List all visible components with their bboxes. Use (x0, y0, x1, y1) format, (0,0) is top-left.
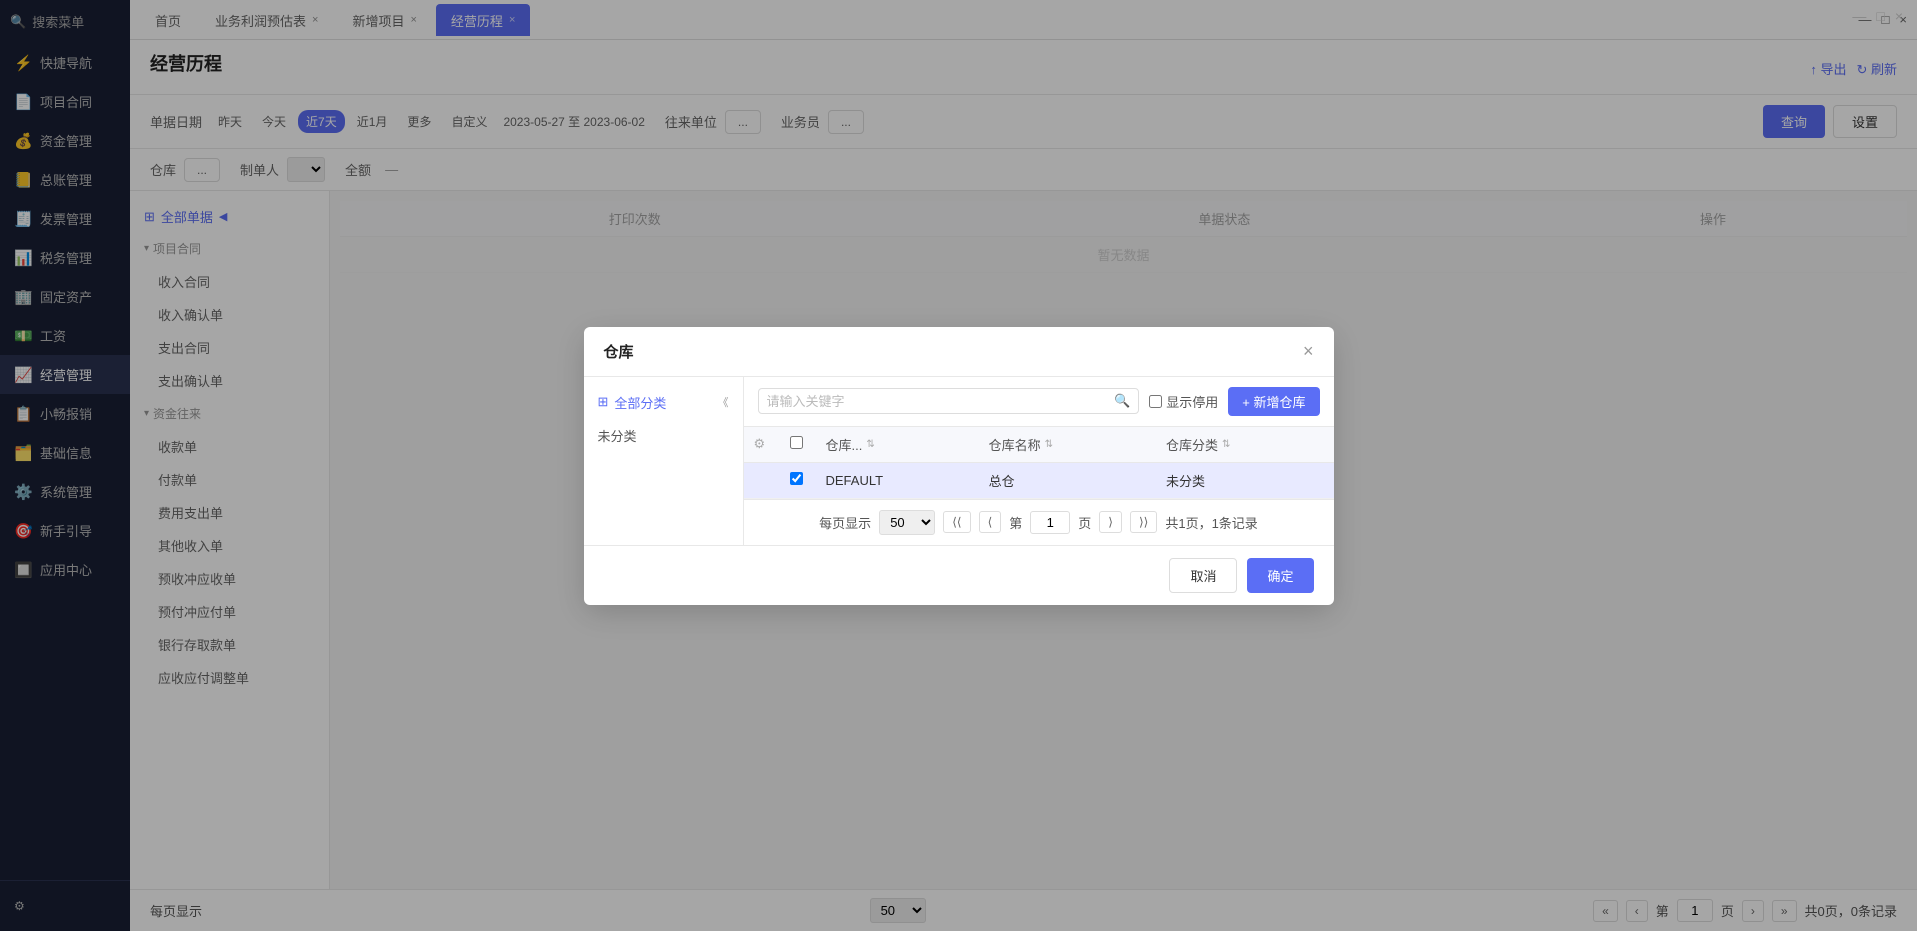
warehouse-modal: 仓库 × ⊞ 全部分类 《 未分类 (584, 327, 1334, 605)
col-category-label: 仓库分类 (1166, 435, 1218, 454)
cancel-button[interactable]: 取消 (1169, 558, 1237, 593)
row-select-checkbox[interactable] (790, 472, 803, 485)
modal-category-item-unclassified[interactable]: 未分类 (584, 418, 743, 453)
sort-code-icon[interactable]: ⇅ (866, 439, 874, 450)
all-category-icon: ⊞ (598, 394, 609, 410)
modal-first-page[interactable]: ⟨⟨ (943, 511, 970, 533)
modal-category-list: 未分类 (584, 418, 743, 535)
col-settings-icon: ⚙ (744, 427, 780, 463)
show-disabled-text: 显示停用 (1166, 392, 1218, 411)
col-checkbox-header (780, 427, 816, 463)
col-warehouse-code: 仓库... ⇅ (816, 427, 979, 463)
modal-page-label: 第 (1009, 513, 1022, 532)
sort-category-icon[interactable]: ⇅ (1222, 439, 1230, 450)
col-warehouse-name: 仓库名称 ⇅ (979, 427, 1156, 463)
modal-total-text: 共1页，1条记录 (1165, 513, 1257, 532)
row-category: 未分类 (1156, 462, 1333, 498)
close-window-button[interactable]: × (1895, 8, 1903, 24)
row-settings (744, 462, 780, 498)
col-warehouse-category: 仓库分类 ⇅ (1156, 427, 1333, 463)
modal-per-page-select[interactable]: 50 10 20 100 (879, 510, 935, 535)
show-disabled-checkbox[interactable] (1149, 395, 1162, 408)
add-warehouse-button[interactable]: + 新增仓库 (1228, 387, 1319, 416)
confirm-button[interactable]: 确定 (1247, 558, 1313, 593)
search-icon: 🔍 (1114, 393, 1130, 409)
modal-toolbar: 🔍 显示停用 + 新增仓库 (744, 377, 1334, 427)
modal-header: 仓库 × (584, 327, 1334, 377)
settings-icon[interactable]: ⚙ (754, 436, 766, 451)
modal-collapse-icon[interactable]: 《 (718, 394, 729, 410)
col-name-label: 仓库名称 (989, 435, 1041, 454)
modal-next-page[interactable]: ⟩ (1099, 511, 1122, 533)
modal-prev-page[interactable]: ⟨ (979, 511, 1002, 533)
maximize-button[interactable]: □ (1876, 8, 1884, 24)
table-row[interactable]: DEFAULT 总仓 未分类 (744, 462, 1334, 498)
row-checkbox (780, 462, 816, 498)
modal-table-wrap: ⚙ 仓库... ⇅ (744, 427, 1334, 499)
modal-left-panel: ⊞ 全部分类 《 未分类 (584, 377, 744, 545)
row-code: DEFAULT (816, 462, 979, 498)
modal-search-input[interactable] (767, 394, 1109, 409)
minimize-button[interactable]: — (1852, 8, 1866, 24)
show-disabled-label[interactable]: 显示停用 (1149, 392, 1218, 411)
modal-page-suffix: 页 (1078, 513, 1091, 532)
modal-overlay: 仓库 × ⊞ 全部分类 《 未分类 (0, 0, 1917, 931)
modal-last-page[interactable]: ⟩⟩ (1130, 511, 1157, 533)
modal-search-box[interactable]: 🔍 (758, 388, 1140, 414)
modal-per-page-label: 每页显示 (819, 513, 871, 532)
modal-all-category-label: 全部分类 (614, 393, 666, 412)
col-code-label: 仓库... (826, 435, 863, 454)
modal-footer: 取消 确定 (584, 545, 1334, 605)
modal-page-input[interactable] (1030, 511, 1070, 534)
row-name: 总仓 (979, 462, 1156, 498)
modal-body: ⊞ 全部分类 《 未分类 🔍 (584, 377, 1334, 545)
modal-pagination: 每页显示 50 10 20 100 ⟨⟨ ⟨ 第 页 ⟩ ⟩⟩ 共1页，1条记录 (744, 499, 1334, 545)
select-all-checkbox[interactable] (790, 436, 803, 449)
modal-right-panel: 🔍 显示停用 + 新增仓库 ⚙ (744, 377, 1334, 545)
modal-warehouse-table: ⚙ 仓库... ⇅ (744, 427, 1334, 499)
modal-close-button[interactable]: × (1303, 341, 1314, 362)
modal-left-header[interactable]: ⊞ 全部分类 《 (584, 387, 743, 418)
modal-title: 仓库 (604, 341, 634, 362)
sort-name-icon[interactable]: ⇅ (1045, 439, 1053, 450)
